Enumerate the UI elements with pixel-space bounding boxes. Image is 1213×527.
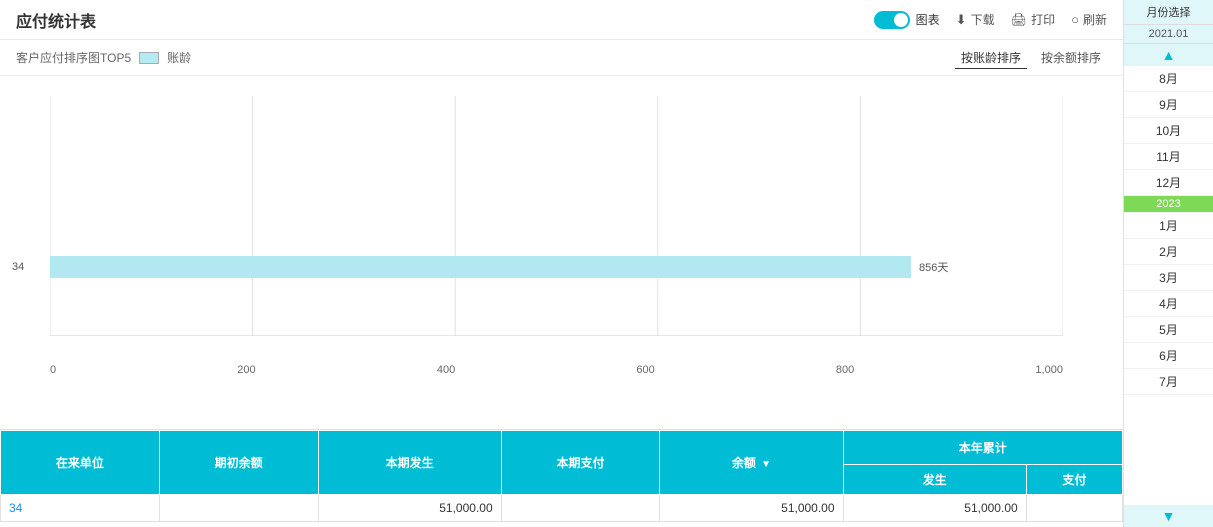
chart-gridlines	[50, 96, 1063, 336]
col-ytd-pay: 支付	[1026, 465, 1122, 495]
bar-y-label: 34	[12, 261, 24, 273]
x-label-400: 400	[437, 364, 455, 376]
chart-legend: 客户应付排序图TOP5 账龄	[16, 49, 191, 66]
legend-box-label: 账龄	[167, 49, 191, 66]
bar-chart-area: 34 856天 0 200 400 600 800 1,000	[0, 76, 1123, 429]
print-button[interactable]: 打印	[1011, 11, 1056, 28]
col-ytd: 本年累计	[843, 431, 1122, 465]
cell-current-pay	[501, 495, 660, 522]
download-icon	[956, 12, 967, 28]
cell-opening	[159, 495, 318, 522]
bar-fill	[50, 256, 911, 278]
sidebar-month-6[interactable]: 6月	[1124, 343, 1213, 369]
bar-row: 34 856天	[50, 256, 1063, 278]
refresh-label: 刷新	[1083, 11, 1107, 28]
sidebar-month-2[interactable]: 2月	[1124, 239, 1213, 265]
print-label: 打印	[1031, 11, 1055, 28]
sort-by-amount-button[interactable]: 按账龄排序	[955, 47, 1027, 69]
bar-right-label: 856天	[919, 259, 948, 275]
chart-toggle[interactable]: 图表	[874, 11, 940, 29]
sidebar-month-1[interactable]: 1月	[1124, 213, 1213, 239]
header: 应付统计表 图表 下载 打印 刷新	[0, 0, 1123, 40]
col-opening: 期初余额	[159, 431, 318, 495]
header-actions: 图表 下载 打印 刷新	[874, 11, 1107, 29]
x-axis: 0 200 400 600 800 1,000	[50, 364, 1063, 376]
sidebar-month-5[interactable]: 5月	[1124, 317, 1213, 343]
sidebar-month-9[interactable]: 9月	[1124, 92, 1213, 118]
sidebar-nav-up[interactable]: ▲	[1124, 44, 1213, 66]
sidebar-month-3[interactable]: 3月	[1124, 265, 1213, 291]
right-sidebar: 月份选择 2021.01 ▲ 8月 9月 10月 11月 12月 2023 1月…	[1123, 0, 1213, 527]
col-unit: 在来单位	[1, 431, 160, 495]
cell-balance: 51,000.00	[660, 495, 843, 522]
cell-ytd-pay	[1026, 495, 1122, 522]
sidebar-month-8[interactable]: 8月	[1124, 66, 1213, 92]
sidebar-month-10[interactable]: 10月	[1124, 118, 1213, 144]
refresh-button[interactable]: 刷新	[1071, 11, 1107, 28]
page-container: 应付统计表 图表 下载 打印 刷新	[0, 0, 1213, 527]
col-ytd-occ: 发生	[843, 465, 1026, 495]
chart-header: 客户应付排序图TOP5 账龄 按账龄排序 按余额排序	[0, 40, 1123, 76]
page-title: 应付统计表	[16, 8, 96, 32]
x-label-1000: 1,000	[1035, 364, 1063, 376]
refresh-icon	[1071, 12, 1079, 27]
toggle-thumb	[894, 13, 908, 27]
sidebar-month-7[interactable]: 7月	[1124, 369, 1213, 395]
print-icon	[1011, 12, 1028, 28]
x-label-200: 200	[237, 364, 255, 376]
sidebar-month-4[interactable]: 4月	[1124, 291, 1213, 317]
chart-section: 客户应付排序图TOP5 账龄 按账龄排序 按余额排序	[0, 40, 1123, 429]
table-header-row1: 在来单位 期初余额 本期发生 本期支付 余额 ▼ 本年累计	[1, 431, 1123, 465]
sidebar-title: 月份选择	[1124, 0, 1213, 25]
toggle-track	[874, 11, 910, 29]
col-balance: 余额 ▼	[660, 431, 843, 495]
download-label: 下载	[971, 11, 995, 28]
table-section: 在来单位 期初余额 本期发生 本期支付 余额 ▼ 本年累计 发生 支付 34	[0, 430, 1123, 527]
cell-ytd-occ: 51,000.00	[843, 495, 1026, 522]
sidebar-year-display: 2021.01	[1124, 25, 1213, 44]
legend-text: 客户应付排序图TOP5	[16, 49, 131, 66]
chart-row: 客户应付排序图TOP5 账龄 按账龄排序 按余额排序	[0, 40, 1123, 430]
table-row: 34 51,000.00 51,000.00 51,000.00	[1, 495, 1123, 522]
sort-by-balance-button[interactable]: 按余额排序	[1035, 47, 1107, 69]
sidebar-month-12[interactable]: 12月	[1124, 170, 1213, 196]
cell-current-occ: 51,000.00	[318, 495, 501, 522]
sidebar-month-11[interactable]: 11月	[1124, 144, 1213, 170]
x-label-600: 600	[636, 364, 654, 376]
left-main: 应付统计表 图表 下载 打印 刷新	[0, 0, 1123, 527]
sidebar-nav-down[interactable]: ▼	[1124, 505, 1213, 527]
col-current-occ: 本期发生	[318, 431, 501, 495]
bar-chart: 34 856天	[50, 96, 1063, 356]
x-label-800: 800	[836, 364, 854, 376]
toggle-label: 图表	[916, 11, 940, 28]
sidebar-months-list: 8月 9月 10月 11月 12月 2023 1月 2月 3月 4月 5月 6月…	[1124, 66, 1213, 505]
col-current-pay: 本期支付	[501, 431, 660, 495]
data-table: 在来单位 期初余额 本期发生 本期支付 余额 ▼ 本年累计 发生 支付 34	[0, 430, 1123, 522]
x-label-0: 0	[50, 364, 56, 376]
cell-unit: 34	[1, 495, 160, 522]
chart-sort-buttons: 按账龄排序 按余额排序	[955, 47, 1107, 69]
download-button[interactable]: 下载	[956, 11, 995, 28]
balance-sort-icon: ▼	[761, 459, 771, 470]
sidebar-year-2023[interactable]: 2023	[1124, 196, 1213, 213]
legend-color-box	[139, 52, 159, 64]
